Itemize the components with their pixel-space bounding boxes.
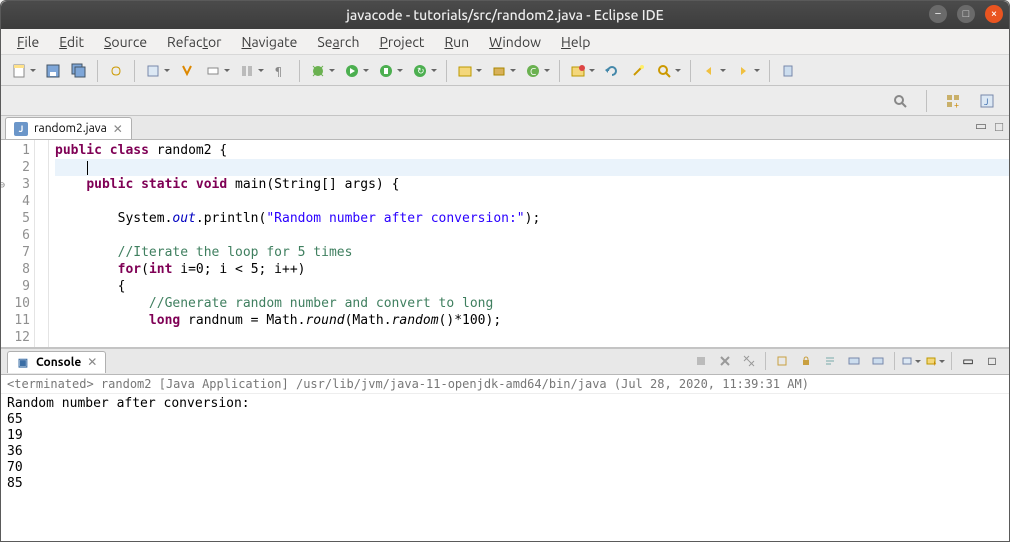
new-button[interactable] bbox=[7, 59, 31, 83]
run-last-button[interactable]: ↻ bbox=[408, 59, 432, 83]
line-number-gutter: 123456789101112 bbox=[1, 140, 35, 347]
show-console-on-err-button[interactable] bbox=[867, 351, 889, 371]
toggle-mark-button[interactable] bbox=[175, 59, 199, 83]
open-task-button[interactable] bbox=[566, 59, 590, 83]
show-whitespace-button[interactable]: ¶ bbox=[269, 59, 293, 83]
remove-launch-button[interactable] bbox=[714, 351, 736, 371]
menu-window[interactable]: Window bbox=[481, 31, 549, 53]
menu-project[interactable]: Project bbox=[371, 31, 432, 53]
menu-file[interactable]: File bbox=[9, 31, 47, 53]
refresh-button[interactable] bbox=[600, 59, 624, 83]
menu-help[interactable]: Help bbox=[553, 31, 598, 53]
code-line[interactable]: long randnum = Math.round(Math.random()*… bbox=[55, 312, 1009, 329]
window-titlebar: javacode - tutorials/src/random2.java - … bbox=[1, 1, 1009, 29]
wand-button[interactable] bbox=[626, 59, 650, 83]
forward-button[interactable] bbox=[731, 59, 755, 83]
code-line[interactable] bbox=[55, 193, 1009, 210]
console-output[interactable]: Random number after conversion: 65 19 36… bbox=[1, 394, 1009, 541]
menu-navigate[interactable]: Navigate bbox=[233, 31, 305, 53]
console-tab-bar: ▣ Console ✕ + ▭ □ bbox=[1, 349, 1009, 375]
maximize-view-icon[interactable]: □ bbox=[995, 119, 1003, 134]
code-line[interactable]: for(int i=0; i < 5; i++) bbox=[55, 261, 1009, 278]
quick-access-button[interactable] bbox=[888, 89, 912, 113]
menu-refactor[interactable]: Refactor bbox=[159, 31, 229, 53]
menu-edit[interactable]: Edit bbox=[51, 31, 92, 53]
open-type-button[interactable] bbox=[141, 59, 165, 83]
console-launch-info: <terminated> random2 [Java Application] … bbox=[1, 375, 1009, 394]
code-editor[interactable]: 123456789101112 public class random2 { p… bbox=[1, 140, 1009, 348]
console-minimize-icon[interactable]: ▭ bbox=[957, 351, 979, 371]
code-line[interactable]: //Iterate the loop for 5 times bbox=[55, 244, 1009, 261]
code-line[interactable]: { bbox=[55, 278, 1009, 295]
open-console-button[interactable]: + bbox=[924, 351, 946, 371]
console-tab-label: Console bbox=[36, 356, 81, 369]
editor-tab-label: random2.java bbox=[34, 122, 107, 135]
minimize-view-icon[interactable]: ▭ bbox=[975, 119, 987, 134]
svg-text:↻: ↻ bbox=[417, 66, 425, 76]
svg-text:+: + bbox=[932, 359, 937, 367]
code-line[interactable] bbox=[55, 329, 1009, 346]
main-toolbar: ¶ ↻ C bbox=[1, 55, 1009, 86]
coverage-button[interactable] bbox=[374, 59, 398, 83]
back-button[interactable] bbox=[697, 59, 721, 83]
marker-bar bbox=[35, 140, 49, 347]
code-line[interactable]: public class random2 { bbox=[55, 142, 1009, 159]
terminate-button[interactable] bbox=[690, 351, 712, 371]
editor-tab-bar: J random2.java ✕ ▭ □ bbox=[1, 116, 1009, 140]
new-class-button[interactable]: C bbox=[521, 59, 545, 83]
code-line[interactable]: //Generate random number and convert to … bbox=[55, 295, 1009, 312]
code-line[interactable]: System.out.println("Random number after … bbox=[55, 210, 1009, 227]
debug-button[interactable] bbox=[306, 59, 330, 83]
editor-tab-random2[interactable]: J random2.java ✕ bbox=[5, 117, 132, 139]
svg-text:J: J bbox=[984, 97, 988, 107]
menu-run[interactable]: Run bbox=[436, 31, 477, 53]
show-console-on-out-button[interactable] bbox=[843, 351, 865, 371]
annotation-button[interactable] bbox=[201, 59, 225, 83]
word-wrap-button[interactable] bbox=[819, 351, 841, 371]
console-tab[interactable]: ▣ Console ✕ bbox=[7, 351, 106, 373]
run-button[interactable] bbox=[340, 59, 364, 83]
svg-text:C: C bbox=[530, 66, 536, 77]
code-line[interactable]: public static void main(String[] args) { bbox=[55, 176, 1009, 193]
menu-source[interactable]: Source bbox=[96, 31, 155, 53]
remove-all-button[interactable] bbox=[738, 351, 760, 371]
window-minimize-button[interactable]: – bbox=[929, 5, 947, 23]
code-line[interactable] bbox=[55, 227, 1009, 244]
link-editor-button[interactable] bbox=[104, 59, 128, 83]
console-toolbar: + ▭ □ bbox=[690, 351, 1003, 371]
block-select-button[interactable] bbox=[235, 59, 259, 83]
search-button[interactable] bbox=[652, 59, 676, 83]
scroll-lock-button[interactable] bbox=[795, 351, 817, 371]
window-title: javacode - tutorials/src/random2.java - … bbox=[346, 7, 663, 23]
code-area[interactable]: public class random2 { public static voi… bbox=[49, 140, 1009, 347]
menu-bar: File Edit Source Refactor Navigate Searc… bbox=[1, 29, 1009, 55]
svg-text:¶: ¶ bbox=[275, 66, 282, 78]
save-all-button[interactable] bbox=[67, 59, 91, 83]
pin-button[interactable] bbox=[776, 59, 800, 83]
perspective-bar: + J bbox=[1, 86, 1009, 116]
java-file-icon: J bbox=[14, 122, 28, 136]
java-perspective-button[interactable]: J bbox=[975, 89, 999, 113]
window-close-button[interactable]: × bbox=[985, 5, 1003, 23]
save-button[interactable] bbox=[41, 59, 65, 83]
new-java-project-button[interactable] bbox=[453, 59, 477, 83]
console-panel: ▣ Console ✕ + ▭ □ <terminated> random2 [… bbox=[1, 348, 1009, 541]
display-console-button[interactable] bbox=[900, 351, 922, 371]
close-tab-icon[interactable]: ✕ bbox=[113, 122, 123, 136]
code-line[interactable] bbox=[55, 159, 1009, 176]
menu-search[interactable]: Search bbox=[309, 31, 367, 53]
svg-text:+: + bbox=[954, 100, 959, 109]
new-package-button[interactable] bbox=[487, 59, 511, 83]
window-maximize-button[interactable]: □ bbox=[957, 5, 975, 23]
console-maximize-icon[interactable]: □ bbox=[981, 351, 1003, 371]
close-console-icon[interactable]: ✕ bbox=[87, 355, 97, 369]
clear-console-button[interactable] bbox=[771, 351, 793, 371]
console-icon: ▣ bbox=[16, 355, 30, 369]
open-perspective-button[interactable]: + bbox=[941, 89, 965, 113]
